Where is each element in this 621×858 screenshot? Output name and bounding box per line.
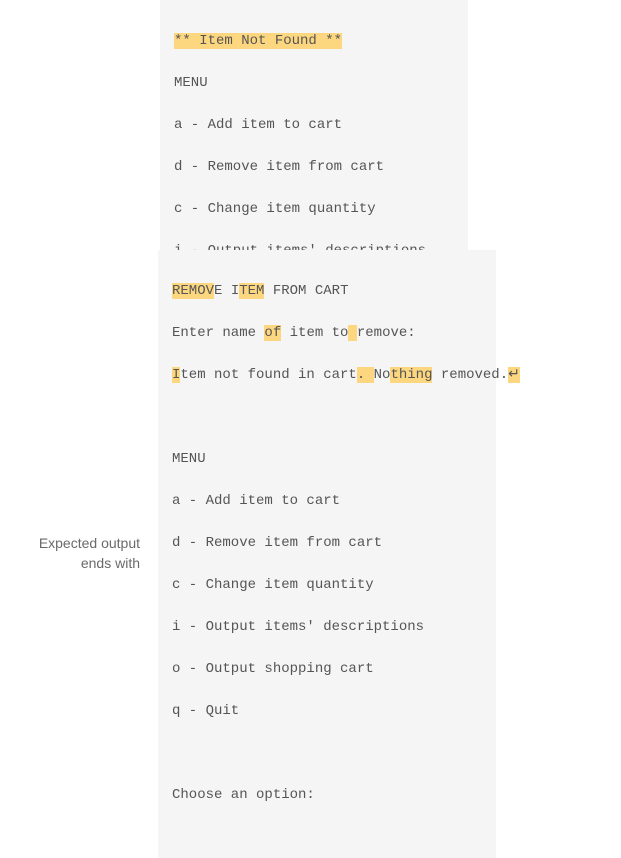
- t3g: ↵: [508, 367, 520, 383]
- menu-item-q: q - Quit: [172, 701, 482, 722]
- t2e: remove: [357, 325, 407, 341]
- choose-prompt: Choose an option:: [172, 785, 482, 806]
- t3b: tem not found in cart: [180, 367, 356, 383]
- header-text: Item Not Found: [191, 33, 325, 49]
- menu-title: MENU: [172, 449, 482, 470]
- menu-item-c: c - Change item quantity: [172, 575, 482, 596]
- t2b: of: [264, 325, 281, 341]
- t1a: REMOV: [172, 283, 214, 299]
- t3c: .: [357, 367, 374, 383]
- menu-item-c: c - Change item quantity: [174, 199, 454, 220]
- header-line: ** Item Not Found **: [174, 31, 454, 52]
- t3e: thing: [390, 367, 432, 383]
- t2f: :: [407, 325, 415, 341]
- blank-line: [172, 407, 482, 428]
- enter-name-line: Enter name of item to remove:: [172, 323, 482, 344]
- menu-item-a: a - Add item to cart: [172, 491, 482, 512]
- menu-item-d: d - Remove item from cart: [174, 157, 454, 178]
- menu-item-a: a - Add item to cart: [174, 115, 454, 136]
- label-line-1: Expected output: [0, 534, 140, 554]
- not-found-line: Item not found in cart. Nothing removed.…: [172, 365, 482, 386]
- box2-wrapper: Expected output ends with REMOVE ITEM FR…: [0, 250, 496, 858]
- expected-output-label: Expected output ends with: [0, 534, 158, 573]
- t2d: [348, 325, 356, 341]
- blank-line: [172, 743, 482, 764]
- menu-item-o: o - Output shopping cart: [172, 659, 482, 680]
- remove-title-line: REMOVE ITEM FROM CART: [172, 281, 482, 302]
- t1b: E I: [214, 283, 239, 299]
- menu-item-d: d - Remove item from cart: [172, 533, 482, 554]
- header-stars-1: **: [174, 33, 191, 49]
- output-box-2: REMOVE ITEM FROM CART Enter name of item…: [158, 250, 496, 858]
- t3f: removed.: [432, 367, 508, 383]
- t2a: Enter name: [172, 325, 264, 341]
- label-line-2: ends with: [0, 554, 140, 574]
- t2c: item to: [281, 325, 348, 341]
- menu-item-i: i - Output items' descriptions: [172, 617, 482, 638]
- menu-title: MENU: [174, 73, 454, 94]
- t1c: TEM: [239, 283, 264, 299]
- header-stars-2: **: [325, 33, 342, 49]
- t1d: FROM CART: [264, 283, 348, 299]
- t3d: No: [374, 367, 391, 383]
